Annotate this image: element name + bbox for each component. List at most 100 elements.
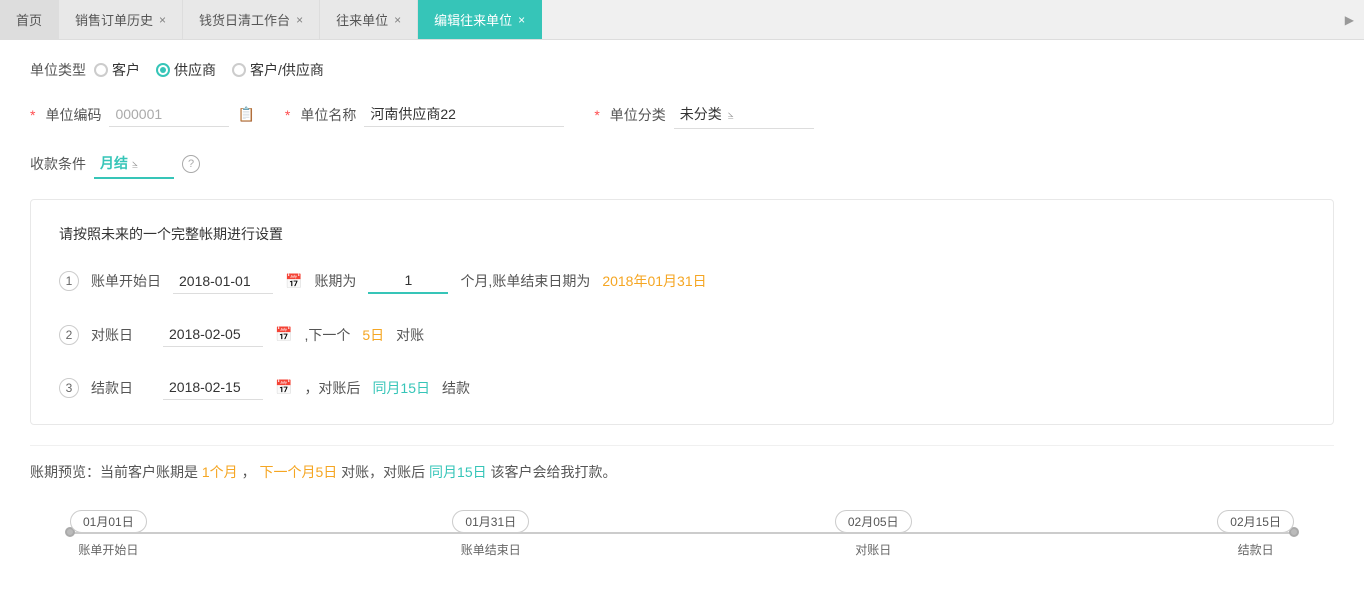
radio-both-label: 客户/供应商 xyxy=(250,60,324,80)
period-value-input[interactable] xyxy=(368,268,448,294)
tab-edit-partner-label: 编辑往来单位 xyxy=(434,10,512,29)
tab-partners-label: 往来单位 xyxy=(336,10,388,29)
payment-terms-value: 月结 xyxy=(100,153,128,173)
tab-partners[interactable]: 往来单位 × xyxy=(320,0,418,39)
reconcile-date-input[interactable] xyxy=(163,322,263,347)
unit-category-arrow-icon: ⦥ xyxy=(728,109,734,120)
preview-part2: 下一个月5日 xyxy=(259,464,337,480)
payment-date-cal-icon[interactable]: 📅 xyxy=(275,379,292,396)
tab-cash-work-close[interactable]: × xyxy=(296,13,303,27)
timeline-date-4: 02月15日 xyxy=(1217,510,1294,533)
radio-customer[interactable]: 客户 xyxy=(94,60,140,80)
unit-type-field: 单位类型 客户 供应商 客户/供应商 xyxy=(30,60,324,80)
reconcile-date-cal-icon[interactable]: 📅 xyxy=(275,326,292,343)
preview-sep2: 对账，对账后 xyxy=(341,464,425,480)
tab-bar: 首页 销售订单历史 × 钱货日清工作台 × 往来单位 × 编辑往来单位 × ▶ xyxy=(0,0,1364,40)
timeline-point-4: 02月15日 结款日 xyxy=(1217,510,1294,558)
payment-terms-select[interactable]: 月结 ⦥ xyxy=(94,149,174,179)
unit-type-row: 单位类型 客户 供应商 客户/供应商 xyxy=(30,60,1334,80)
radio-both-circle xyxy=(232,63,246,77)
unit-code-field: * 单位编码 📋 xyxy=(30,102,255,127)
payment-desc-suffix: 结款 xyxy=(442,378,470,398)
payment-terms-label: 收款条件 xyxy=(30,154,86,174)
preview-end: 该客户会给我打款。 xyxy=(491,464,617,480)
radio-supplier-circle xyxy=(156,63,170,77)
timeline-date-3: 02月05日 xyxy=(835,510,912,533)
unit-category-field: * 单位分类 未分类 ⦥ xyxy=(594,100,813,129)
setting-row-1: 1 账单开始日 📅 账期为 个月,账单结束日期为 2018年01月31日 xyxy=(59,268,1305,294)
tab-cash-work-label: 钱货日清工作台 xyxy=(199,10,290,29)
tab-bar-arrow[interactable]: ▶ xyxy=(1335,0,1364,39)
unit-category-select[interactable]: 未分类 ⦥ xyxy=(674,100,814,129)
period-unit: 个月,账单结束日期为 xyxy=(460,271,590,291)
reconcile-desc-prefix: ,下一个 xyxy=(304,325,350,345)
main-content: 单位类型 客户 供应商 客户/供应商 * 单位编码 xyxy=(0,40,1364,608)
preview-part3: 同月15日 xyxy=(429,464,487,480)
payment-terms-field: 收款条件 月结 ⦥ ? xyxy=(30,149,200,179)
tab-cash-work[interactable]: 钱货日清工作台 × xyxy=(183,0,320,39)
radio-customer-circle xyxy=(94,63,108,77)
preview-section: 账期预览：当前客户账期是 1个月 ， 下一个月5日 对账，对账后 同月15日 该… xyxy=(30,445,1334,574)
unit-category-star: * xyxy=(594,107,599,123)
payment-highlight: 同月15日 xyxy=(372,378,430,398)
unit-name-field: * 单位名称 xyxy=(285,102,564,127)
timeline-date-1: 01月01日 xyxy=(70,510,147,533)
unit-info-row: * 单位编码 📋 * 单位名称 * 单位分类 未分类 ⦥ xyxy=(30,100,1334,129)
reconcile-desc-suffix: 对账 xyxy=(396,325,424,345)
unit-name-label: 单位名称 xyxy=(300,105,356,125)
setting-row-2: 2 对账日 📅 ,下一个 5日 对账 xyxy=(59,322,1305,347)
tab-sales-history-label: 销售订单历史 xyxy=(75,10,153,29)
tab-home[interactable]: 首页 xyxy=(0,0,59,39)
timeline-label-2: 账单结束日 xyxy=(461,541,521,558)
settings-title: 请按照未来的一个完整帐期进行设置 xyxy=(59,224,1305,244)
timeline-label-4: 结款日 xyxy=(1238,541,1274,558)
timeline-points: 01月01日 账单开始日 01月31日 账单结束日 02月05日 对账日 02月… xyxy=(70,510,1294,558)
start-date-input[interactable] xyxy=(173,269,273,294)
setting-label-1: 账单开始日 xyxy=(91,271,161,291)
payment-terms-arrow-icon: ⦥ xyxy=(132,158,138,169)
tab-edit-partner[interactable]: 编辑往来单位 × xyxy=(418,0,542,39)
start-date-cal-icon[interactable]: 📅 xyxy=(285,273,302,290)
unit-code-star: * xyxy=(30,107,35,123)
unit-name-input[interactable] xyxy=(364,102,564,127)
setting-num-3: 3 xyxy=(59,378,79,398)
tab-partners-close[interactable]: × xyxy=(394,13,401,27)
timeline-label-1: 账单开始日 xyxy=(78,541,138,558)
unit-type-label: 单位类型 xyxy=(30,60,86,80)
period-label: 账期为 xyxy=(314,271,356,291)
preview-part1: 1个月 xyxy=(202,464,238,480)
timeline-wrapper: 01月01日 账单开始日 01月31日 账单结束日 02月05日 对账日 02月… xyxy=(30,510,1334,558)
payment-terms-help-icon[interactable]: ? xyxy=(182,155,200,173)
preview-label: 账期预览：当前客户账期是 xyxy=(30,464,198,480)
unit-code-label: 单位编码 xyxy=(45,105,101,125)
preview-sep1: ， xyxy=(242,464,256,480)
unit-name-star: * xyxy=(285,107,290,123)
tab-sales-history-close[interactable]: × xyxy=(159,13,166,27)
timeline-point-3: 02月05日 对账日 xyxy=(835,510,912,558)
setting-label-2: 对账日 xyxy=(91,325,151,345)
setting-label-3: 结款日 xyxy=(91,378,151,398)
preview-text: 账期预览：当前客户账期是 1个月 ， 下一个月5日 对账，对账后 同月15日 该… xyxy=(30,462,1334,482)
unit-category-value: 未分类 xyxy=(680,104,722,124)
unit-code-input[interactable] xyxy=(109,102,229,127)
timeline-point-2: 01月31日 账单结束日 xyxy=(452,510,529,558)
tab-edit-partner-close[interactable]: × xyxy=(518,13,525,27)
reconcile-highlight: 5日 xyxy=(362,325,384,345)
unit-category-label: 单位分类 xyxy=(610,105,666,125)
radio-both[interactable]: 客户/供应商 xyxy=(232,60,324,80)
radio-customer-label: 客户 xyxy=(112,60,140,80)
radio-supplier[interactable]: 供应商 xyxy=(156,60,216,80)
tab-sales-history[interactable]: 销售订单历史 × xyxy=(59,0,183,39)
radio-supplier-label: 供应商 xyxy=(174,60,216,80)
tab-home-label: 首页 xyxy=(16,10,42,29)
setting-num-2: 2 xyxy=(59,325,79,345)
payment-desc-prefix: ，对账后 xyxy=(304,378,360,398)
payment-terms-row: 收款条件 月结 ⦥ ? xyxy=(30,149,1334,179)
period-end-date: 2018年01月31日 xyxy=(602,271,706,291)
setting-num-1: 1 xyxy=(59,271,79,291)
timeline-point-1: 01月01日 账单开始日 xyxy=(70,510,147,558)
setting-row-3: 3 结款日 📅 ，对账后 同月15日 结款 xyxy=(59,375,1305,400)
unit-code-copy-icon[interactable]: 📋 xyxy=(237,106,254,123)
timeline-label-3: 对账日 xyxy=(855,541,891,558)
payment-date-input[interactable] xyxy=(163,375,263,400)
